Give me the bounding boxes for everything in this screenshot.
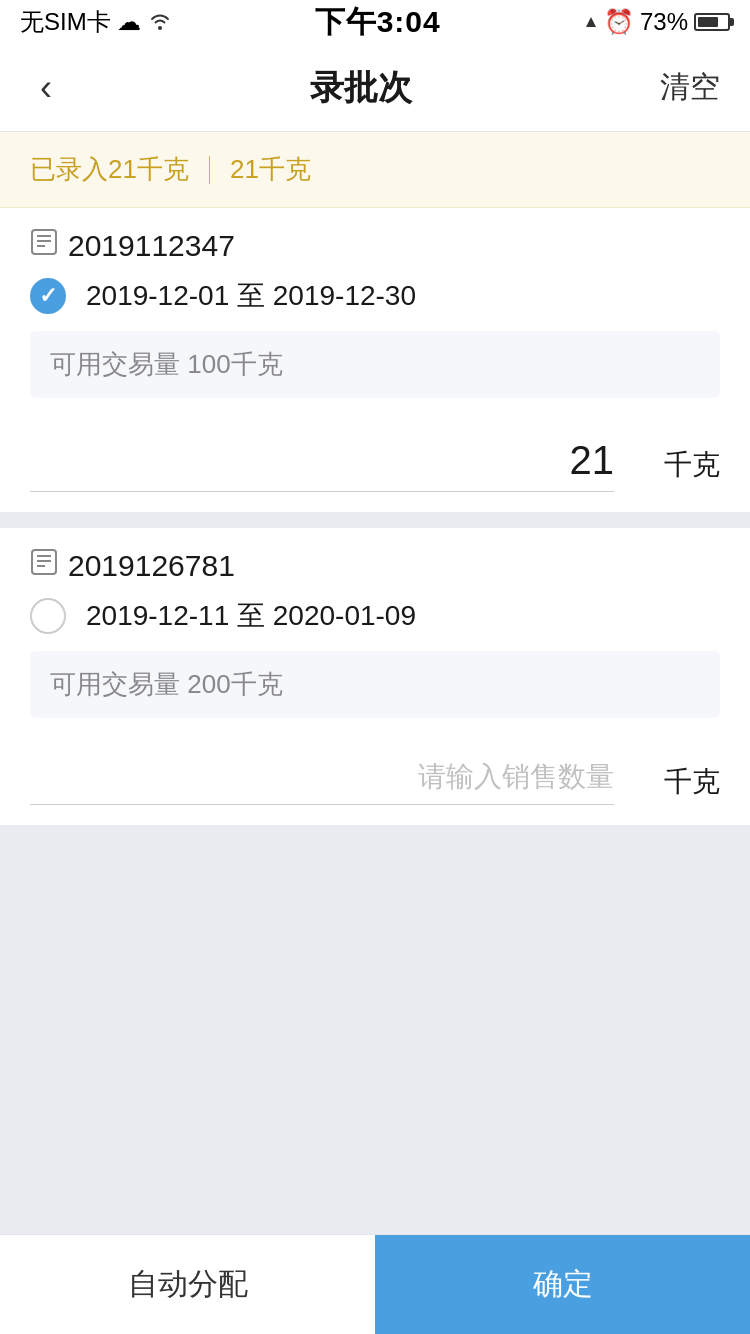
- batch-volume-bar-1: 可用交易量 100千克: [30, 331, 720, 398]
- batch-id-2: 2019126781: [68, 549, 235, 583]
- batch-radio-1[interactable]: [30, 278, 66, 314]
- summary-divider: [209, 156, 210, 184]
- batch-doc-icon-1: [30, 228, 58, 263]
- summary-label: 已录入21千克: [30, 152, 189, 187]
- bottom-fill-area: [0, 841, 750, 1281]
- summary-amount: 21千克: [230, 152, 311, 187]
- batch-date-row-1[interactable]: 2019-12-01 至 2019-12-30: [30, 277, 720, 315]
- page-title: 录批次: [310, 65, 412, 111]
- confirm-button[interactable]: 确定: [375, 1235, 750, 1334]
- batch-date-1: 2019-12-01 至 2019-12-30: [86, 277, 416, 315]
- battery-percent: 73%: [640, 8, 688, 36]
- summary-bar: 已录入21千克 21千克: [0, 132, 750, 208]
- status-time: 下午3:04: [315, 2, 441, 43]
- status-left: 无SIM卡 ☁: [20, 6, 171, 38]
- quantity-placeholder-2: 请输入销售数量: [418, 758, 614, 796]
- battery-icon: [694, 13, 730, 31]
- quantity-unit-2: 千克: [664, 763, 720, 801]
- auto-distribute-button[interactable]: 自动分配: [0, 1235, 375, 1334]
- bottom-buttons: 自动分配 确定: [0, 1234, 750, 1334]
- quantity-unit-1: 千克: [664, 446, 720, 484]
- nav-bar: ‹ 录批次 清空: [0, 44, 750, 132]
- batch-item-1: 2019112347 2019-12-01 至 2019-12-30 可用交易量…: [0, 208, 750, 398]
- batch-date-row-2[interactable]: 2019-12-11 至 2020-01-09: [30, 597, 720, 635]
- batch-header-1: 2019112347: [30, 228, 720, 263]
- batch-card-2: 2019126781 2019-12-11 至 2020-01-09 可用交易量…: [0, 528, 750, 825]
- batch-doc-icon-2: [30, 548, 58, 583]
- batch-header-2: 2019126781: [30, 548, 720, 583]
- section-divider: [0, 512, 750, 528]
- section-divider-2: [0, 825, 750, 841]
- status-bar: 无SIM卡 ☁ 下午3:04 ⏰ 73%: [0, 0, 750, 44]
- quantity-row-2: 请输入销售数量 千克: [0, 738, 750, 805]
- no-sim-text: 无SIM卡 ☁: [20, 6, 141, 38]
- batch-card-1: 2019112347 2019-12-01 至 2019-12-30 可用交易量…: [0, 208, 750, 512]
- batch-volume-text-1: 可用交易量 100千克: [50, 349, 283, 379]
- back-button[interactable]: ‹: [30, 57, 62, 119]
- wifi-icon: [149, 8, 171, 36]
- quantity-value-1: 21: [570, 438, 615, 483]
- batch-volume-text-2: 可用交易量 200千克: [50, 669, 283, 699]
- batch-id-1: 2019112347: [68, 229, 235, 263]
- quantity-row-1: 21 千克: [0, 418, 750, 492]
- batch-date-2: 2019-12-11 至 2020-01-09: [86, 597, 416, 635]
- batch-volume-bar-2: 可用交易量 200千克: [30, 651, 720, 718]
- location-icon: [584, 8, 598, 36]
- batch-item-2: 2019126781 2019-12-11 至 2020-01-09 可用交易量…: [0, 528, 750, 718]
- alarm-icon: ⏰: [604, 8, 634, 36]
- batch-radio-2[interactable]: [30, 598, 66, 634]
- status-right: ⏰ 73%: [584, 8, 730, 36]
- clear-button[interactable]: 清空: [660, 67, 720, 108]
